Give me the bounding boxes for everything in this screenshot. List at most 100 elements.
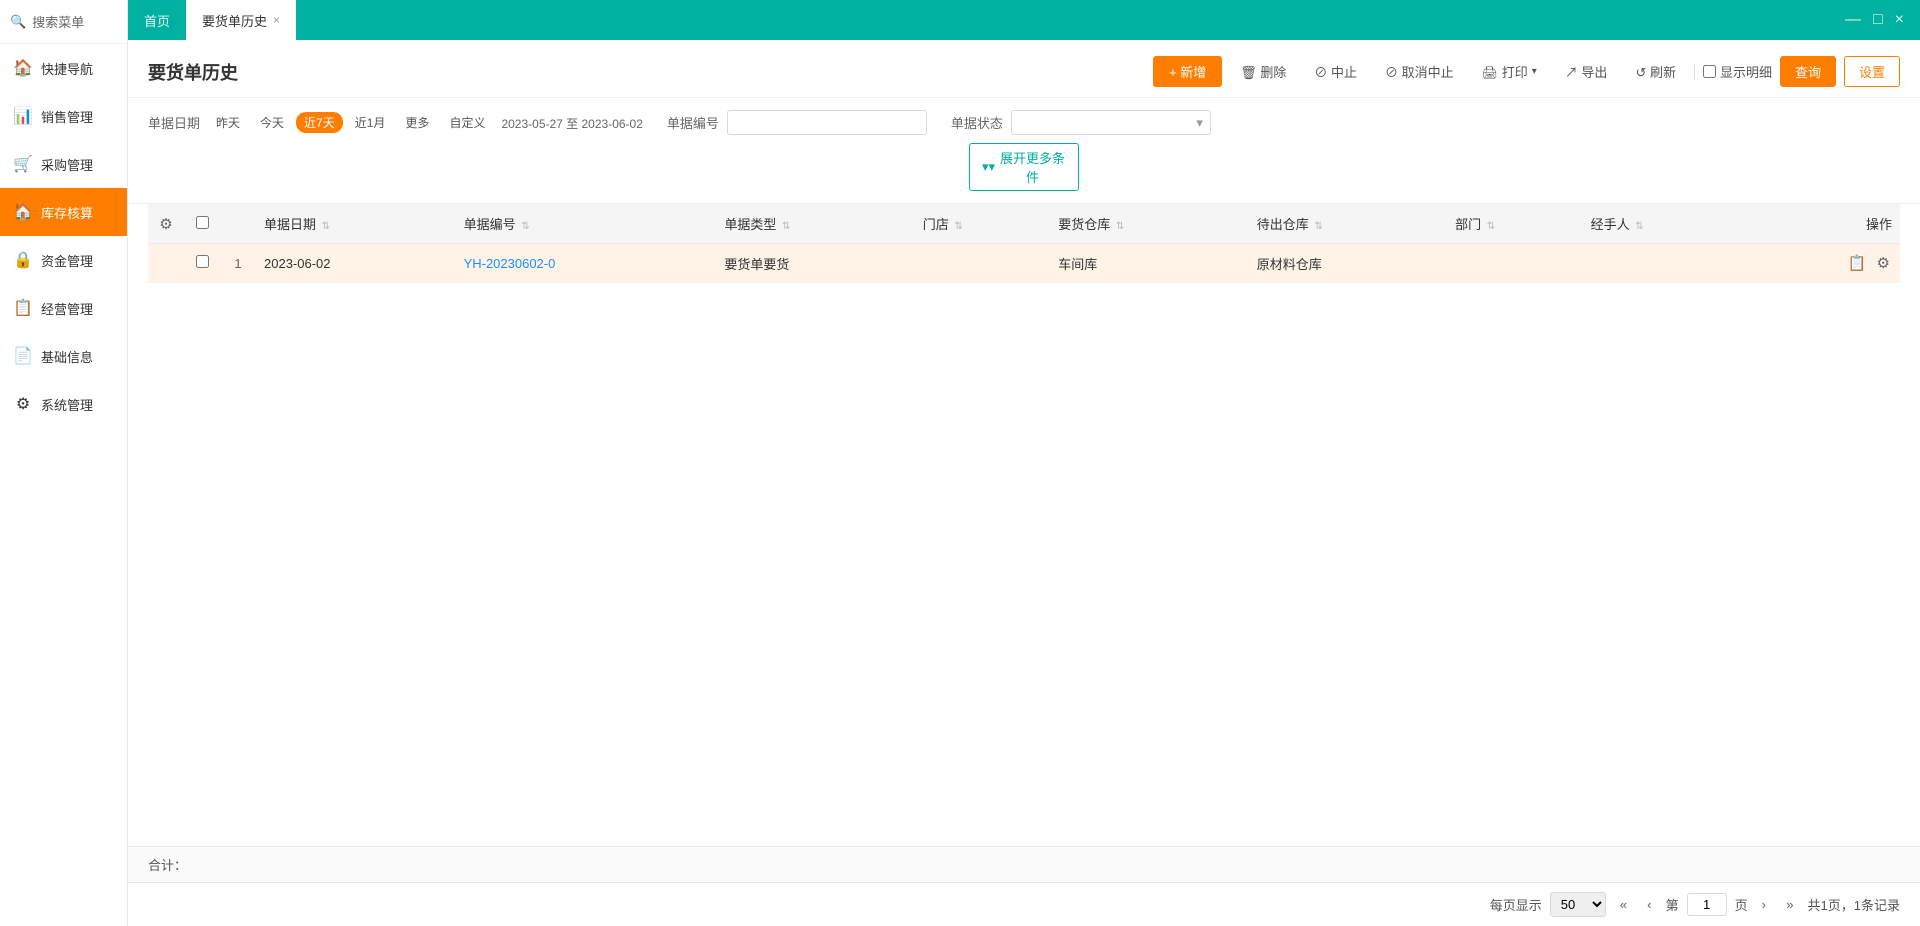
date-range-display: 2023-05-27 至 2023-06-02 <box>501 115 642 132</box>
topbar: 首页 要货单历史 × — □ × <box>128 0 1920 40</box>
col-handler: 经手人 ⇅ <box>1583 204 1750 244</box>
bill-status-label: 单据状态 <box>951 113 1003 132</box>
sidebar-item-inventory[interactable]: 🏠 库存核算 <box>0 188 127 236</box>
first-page-btn[interactable]: « <box>1614 895 1633 914</box>
print-dropdown-icon[interactable]: ▾ <box>1532 66 1537 77</box>
purchase-icon: 🛒 <box>13 154 33 174</box>
settings-button[interactable]: 设置 <box>1844 56 1900 87</box>
page-end-label: 页 <box>1735 895 1748 914</box>
date-btn-yesterday[interactable]: 昨天 <box>208 112 248 133</box>
cancel-stop-button[interactable]: ⊘ 取消中止 <box>1375 57 1464 86</box>
date-filter-label: 单据日期 <box>148 113 200 132</box>
window-minimize-btn[interactable]: — <box>1845 11 1861 29</box>
bill-status-select[interactable] <box>1011 110 1211 135</box>
sidebar-item-sales[interactable]: 📊 销售管理 <box>0 92 127 140</box>
export-button[interactable]: ↗ 导出 <box>1555 57 1618 86</box>
col-department: 部门 ⇅ <box>1447 204 1583 244</box>
query-button[interactable]: 查询 <box>1780 56 1836 87</box>
col-bill-type: 单据类型 ⇅ <box>716 204 914 244</box>
cell-bill-type: 要货单要货 <box>716 244 914 283</box>
page-size-select[interactable]: 20 50 100 200 <box>1550 892 1606 917</box>
inventory-icon: 🏠 <box>13 202 33 222</box>
table-area: ⚙ 单据日期 ⇅ 单据编号 ⇅ <box>128 204 1920 846</box>
col-checkbox <box>184 204 220 244</box>
date-btn-more[interactable]: 更多 <box>397 112 437 133</box>
sort-icon-bill-type[interactable]: ⇅ <box>782 221 790 232</box>
date-btn-7days[interactable]: 近7天 <box>296 112 343 133</box>
tab-close-icon[interactable]: × <box>273 13 280 27</box>
edit-icon[interactable]: 📋 <box>1846 252 1869 274</box>
filter-area: 单据日期 昨天 今天 近7天 近1月 更多 自定义 2023-05-27 至 2… <box>128 98 1920 204</box>
prev-page-btn[interactable]: ‹ <box>1641 895 1657 914</box>
expand-more-icon: ▾▾ <box>982 159 995 175</box>
sort-icon-pending-warehouse[interactable]: ⇅ <box>1314 221 1322 232</box>
sort-icon-department[interactable]: ⇅ <box>1487 221 1495 232</box>
display-detail-checkbox[interactable] <box>1703 65 1716 78</box>
sort-icon-req-warehouse[interactable]: ⇅ <box>1116 221 1124 232</box>
topbar-right: — □ × <box>1845 11 1920 29</box>
expand-more-btn[interactable]: ▾▾ 展开更多条件 <box>969 143 1079 191</box>
home-icon: 🏠 <box>13 58 33 78</box>
col-bill-no: 单据编号 ⇅ <box>456 204 717 244</box>
filter-bill-status: 单据状态 <box>951 110 1211 135</box>
row-num: 1 <box>220 244 256 283</box>
display-detail-toggle[interactable]: 显示明细 <box>1703 62 1772 81</box>
col-row-num <box>220 204 256 244</box>
table-footer: 合计： <box>128 846 1920 882</box>
window-close-btn[interactable]: × <box>1895 11 1904 29</box>
date-btn-today[interactable]: 今天 <box>252 112 292 133</box>
sales-icon: 📊 <box>13 106 33 126</box>
cell-operation: 📋 ⚙ <box>1750 244 1900 283</box>
select-all-checkbox[interactable] <box>196 216 209 229</box>
tab-bill-history[interactable]: 要货单历史 × <box>186 0 296 40</box>
row-settings <box>148 244 184 283</box>
filter-date: 单据日期 昨天 今天 近7天 近1月 更多 自定义 2023-05-27 至 2… <box>148 112 643 133</box>
date-btn-custom[interactable]: 自定义 <box>441 112 493 133</box>
print-button[interactable]: 🖨 打印 ▾ <box>1472 57 1547 86</box>
col-settings: ⚙ <box>148 204 184 244</box>
cell-handler <box>1583 244 1750 283</box>
page-label: 第 <box>1666 895 1679 914</box>
sidebar-item-quick-nav[interactable]: 🏠 快捷导航 <box>0 44 127 92</box>
col-req-warehouse: 要货仓库 ⇅ <box>1050 204 1248 244</box>
sort-icon-store[interactable]: ⇅ <box>954 221 962 232</box>
window-maximize-btn[interactable]: □ <box>1873 11 1883 29</box>
cell-req-warehouse: 车间库 <box>1050 244 1248 283</box>
sort-icon-bill-no[interactable]: ⇅ <box>521 221 529 232</box>
next-page-btn[interactable]: › <box>1756 895 1772 914</box>
last-page-btn[interactable]: » <box>1780 895 1799 914</box>
tab-home[interactable]: 首页 <box>128 0 186 40</box>
bills-table: ⚙ 单据日期 ⇅ 单据编号 ⇅ <box>148 204 1900 283</box>
refresh-button[interactable]: ↺ 刷新 <box>1625 57 1686 86</box>
page-header: 要货单历史 + 新增 🗑 删除 ⊘ 中止 ⊘ 取消中止 🖨 打印 ▾ ↗ 导出 … <box>128 40 1920 98</box>
finance-icon: 🔒 <box>13 250 33 270</box>
page-number-input[interactable] <box>1687 893 1727 916</box>
sidebar-item-basic-info[interactable]: 📄 基础信息 <box>0 332 127 380</box>
bill-status-select-wrapper <box>1011 110 1211 135</box>
date-filter-buttons: 昨天 今天 近7天 近1月 更多 自定义 <box>208 112 493 133</box>
sidebar-item-purchase[interactable]: 🛒 采购管理 <box>0 140 127 188</box>
sidebar-item-finance[interactable]: 🔒 资金管理 <box>0 236 127 284</box>
date-btn-1month[interactable]: 近1月 <box>347 112 394 133</box>
sidebar-item-search[interactable]: 🔍 搜索菜单 <box>0 0 127 44</box>
cell-bill-no: YH-20230602-0 <box>456 244 717 283</box>
copy-icon[interactable]: ⚙ <box>1875 252 1892 274</box>
page-title: 要货单历史 <box>148 59 238 85</box>
cell-department <box>1447 244 1583 283</box>
sidebar-item-operations[interactable]: 📋 经营管理 <box>0 284 127 332</box>
stop-button[interactable]: ⊘ 中止 <box>1304 57 1367 86</box>
column-settings-icon[interactable]: ⚙ <box>159 216 172 233</box>
new-button[interactable]: + 新增 <box>1153 56 1222 87</box>
sort-icon-handler[interactable]: ⇅ <box>1635 221 1643 232</box>
bill-no-link[interactable]: YH-20230602-0 <box>464 256 556 271</box>
bill-no-input[interactable] <box>727 110 927 135</box>
filter-row-1: 单据日期 昨天 今天 近7天 近1月 更多 自定义 2023-05-27 至 2… <box>148 110 1900 135</box>
cell-pending-warehouse: 原材料仓库 <box>1249 244 1447 283</box>
content: 要货单历史 + 新增 🗑 删除 ⊘ 中止 ⊘ 取消中止 🖨 打印 ▾ ↗ 导出 … <box>128 40 1920 926</box>
delete-button[interactable]: 🗑 删除 <box>1230 57 1296 86</box>
sidebar-item-system[interactable]: ⚙ 系统管理 <box>0 380 127 428</box>
filter-bill-no: 单据编号 <box>667 110 927 135</box>
main-area: 首页 要货单历史 × — □ × 要货单历史 + 新增 🗑 删除 ⊘ 中止 ⊘ … <box>128 0 1920 926</box>
sort-icon-bill-date[interactable]: ⇅ <box>322 221 330 232</box>
row-checkbox[interactable] <box>196 255 209 268</box>
